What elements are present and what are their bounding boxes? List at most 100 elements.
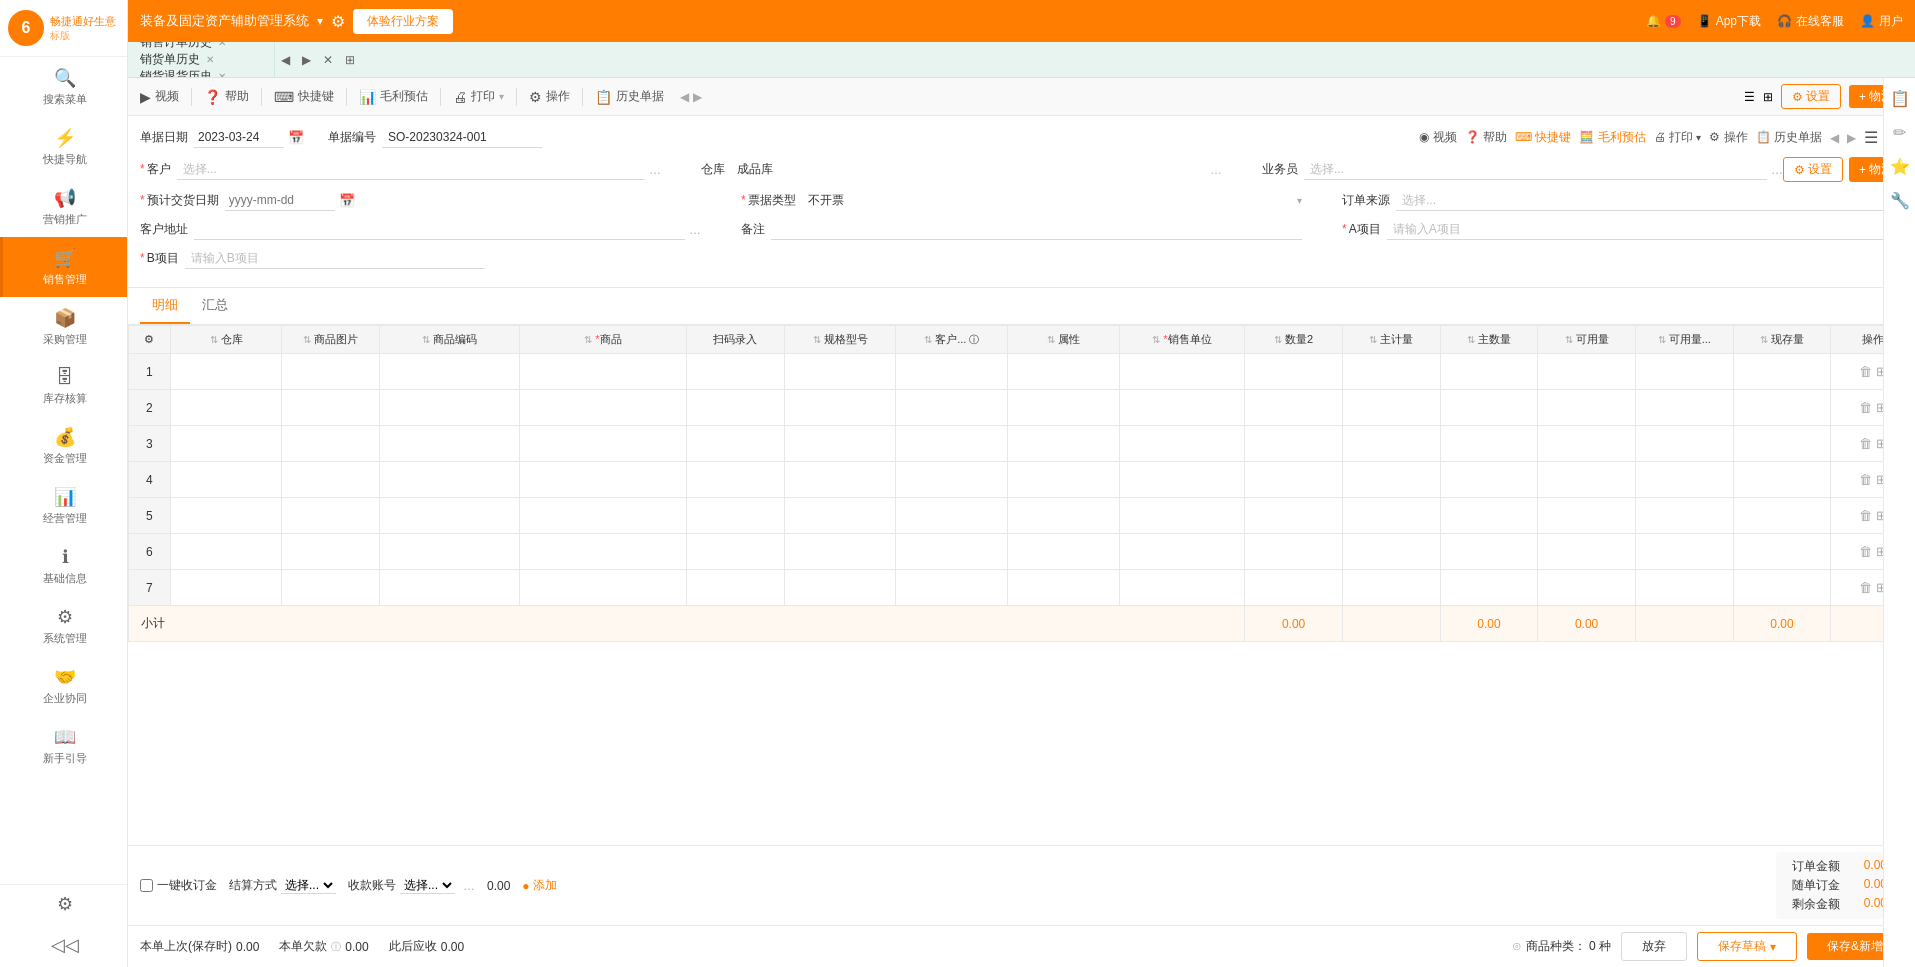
customer-input[interactable] <box>177 159 645 180</box>
cell-unit-4[interactable] <box>1119 462 1245 498</box>
sidebar-item-10[interactable]: 🤝企业协同 <box>0 656 127 716</box>
doc-prev-icon[interactable]: ◀ <box>680 90 689 104</box>
cell-qty2-6[interactable] <box>1245 534 1343 570</box>
row-delete-5[interactable]: 🗑 <box>1859 508 1872 523</box>
cell-warehouse-1[interactable] <box>170 354 282 390</box>
user-menu[interactable]: 👤 用户 <box>1860 13 1903 30</box>
cell-customer-code-3[interactable] <box>896 426 1008 462</box>
cell-attribute-3[interactable] <box>1008 426 1120 462</box>
staff-dots[interactable]: … <box>1771 163 1783 177</box>
cell-code-2[interactable] <box>380 390 520 426</box>
draft-arrow-icon[interactable]: ▾ <box>1770 940 1776 954</box>
toolbar-help[interactable]: ❓ 帮助 <box>204 88 249 105</box>
online-service[interactable]: 🎧 在线客服 <box>1777 13 1844 30</box>
cell-available2-7[interactable] <box>1635 570 1733 606</box>
ops-link[interactable]: ⚙ 操作 <box>1709 129 1747 146</box>
cell-spec-5[interactable] <box>784 498 896 534</box>
order-no-input[interactable] <box>382 127 542 148</box>
cell-code-1[interactable] <box>380 354 520 390</box>
sidebar-item-7[interactable]: 📊经营管理 <box>0 476 127 536</box>
tab-close-all[interactable]: ✕ <box>317 53 339 67</box>
cell-unit-1[interactable] <box>1119 354 1245 390</box>
cell-warehouse-5[interactable] <box>170 498 282 534</box>
cell-available-7[interactable] <box>1538 570 1636 606</box>
cell-attribute-4[interactable] <box>1008 462 1120 498</box>
cell-stock-7[interactable] <box>1733 570 1831 606</box>
sidebar-item-6[interactable]: 💰资金管理 <box>0 416 127 476</box>
tab-detail[interactable]: 明细 <box>140 288 190 324</box>
th-image[interactable]: ⇅ 商品图片 <box>282 326 380 354</box>
cell-attribute-1[interactable] <box>1008 354 1120 390</box>
shortcut-link[interactable]: ⌨ 快捷键 <box>1515 129 1571 146</box>
cell-warehouse-2[interactable] <box>170 390 282 426</box>
cell-stock-4[interactable] <box>1733 462 1831 498</box>
cell-name-2[interactable] <box>519 390 686 426</box>
date-input[interactable] <box>194 127 284 148</box>
print-link[interactable]: 🖨 打印 ▾ <box>1654 129 1702 146</box>
cell-customer-code-5[interactable] <box>896 498 1008 534</box>
setup-btn-2[interactable]: ⚙ 设置 <box>1783 157 1843 182</box>
cell-warehouse-6[interactable] <box>170 534 282 570</box>
cell-available-6[interactable] <box>1538 534 1636 570</box>
cell-main-qty-1[interactable] <box>1440 354 1538 390</box>
cell-code-3[interactable] <box>380 426 520 462</box>
cell-spec-3[interactable] <box>784 426 896 462</box>
tab-close-5[interactable]: ✕ <box>218 42 226 48</box>
row-delete-6[interactable]: 🗑 <box>1859 544 1872 559</box>
cell-main-qty-6[interactable] <box>1440 534 1538 570</box>
toolbar-operations[interactable]: ⚙ 操作 <box>529 88 570 105</box>
cell-qty2-3[interactable] <box>1245 426 1343 462</box>
cell-unit-6[interactable] <box>1119 534 1245 570</box>
refresh-icon[interactable]: ⊙ <box>1512 939 1522 953</box>
cell-main-unit-4[interactable] <box>1342 462 1440 498</box>
system-selector[interactable]: ▾ <box>317 14 323 28</box>
cell-unit-5[interactable] <box>1119 498 1245 534</box>
cell-available-4[interactable] <box>1538 462 1636 498</box>
address-input[interactable] <box>194 219 685 240</box>
cell-available2-6[interactable] <box>1635 534 1733 570</box>
b-project-input[interactable] <box>185 248 485 269</box>
cell-image-1[interactable] <box>282 354 380 390</box>
cell-warehouse-7[interactable] <box>170 570 282 606</box>
cell-name-6[interactable] <box>519 534 686 570</box>
cell-warehouse-3[interactable] <box>170 426 282 462</box>
settlement-dropdown[interactable]: 选择... <box>281 877 336 894</box>
cell-attribute-6[interactable] <box>1008 534 1120 570</box>
cell-qty2-1[interactable] <box>1245 354 1343 390</box>
cell-image-5[interactable] <box>282 498 380 534</box>
sidebar-item-4[interactable]: 📦采购管理 <box>0 297 127 357</box>
th-unit[interactable]: ⇅ *销售单位 <box>1119 326 1245 354</box>
doc-next-icon[interactable]: ▶ <box>693 90 702 104</box>
tab-nav-prev[interactable]: ◀ <box>275 53 296 67</box>
cell-available2-1[interactable] <box>1635 354 1733 390</box>
sidebar-item-3[interactable]: 🛒销售管理 <box>0 237 127 297</box>
one-click-check[interactable] <box>140 879 153 892</box>
view-link[interactable]: ◉ 视频 <box>1419 129 1456 146</box>
th-customer-code[interactable]: ⇅ 客户... ⓘ <box>896 326 1008 354</box>
cell-main-qty-4[interactable] <box>1440 462 1538 498</box>
customer-dots[interactable]: … <box>649 163 661 177</box>
cell-available-1[interactable] <box>1538 354 1636 390</box>
th-qty2[interactable]: ⇅ 数量2 <box>1245 326 1343 354</box>
cell-name-1[interactable] <box>519 354 686 390</box>
calendar-icon[interactable]: 📅 <box>288 130 304 145</box>
cell-qty2-2[interactable] <box>1245 390 1343 426</box>
cell-available2-3[interactable] <box>1635 426 1733 462</box>
account-dropdown[interactable]: 选择... <box>400 877 455 894</box>
app-download[interactable]: 📱 App下载 <box>1697 13 1761 30</box>
cell-code-4[interactable] <box>380 462 520 498</box>
th-available2[interactable]: ⇅ 可用量... <box>1635 326 1733 354</box>
sidebar-item-11[interactable]: 📖新手引导 <box>0 716 127 776</box>
profit-link[interactable]: 🧮 毛利预估 <box>1579 129 1645 146</box>
list-view[interactable]: ☰ <box>1864 128 1878 147</box>
cell-available-5[interactable] <box>1538 498 1636 534</box>
cell-main-qty-7[interactable] <box>1440 570 1538 606</box>
cell-qty2-5[interactable] <box>1245 498 1343 534</box>
cell-available2-4[interactable] <box>1635 462 1733 498</box>
sidebar-collapse[interactable]: ◁◁ <box>0 926 127 967</box>
cell-stock-5[interactable] <box>1733 498 1831 534</box>
toolbar-shortcut[interactable]: ⌨ 快捷键 <box>274 88 334 105</box>
help-link[interactable]: ❓ 帮助 <box>1465 129 1507 146</box>
cell-available2-5[interactable] <box>1635 498 1733 534</box>
cell-warehouse-4[interactable] <box>170 462 282 498</box>
